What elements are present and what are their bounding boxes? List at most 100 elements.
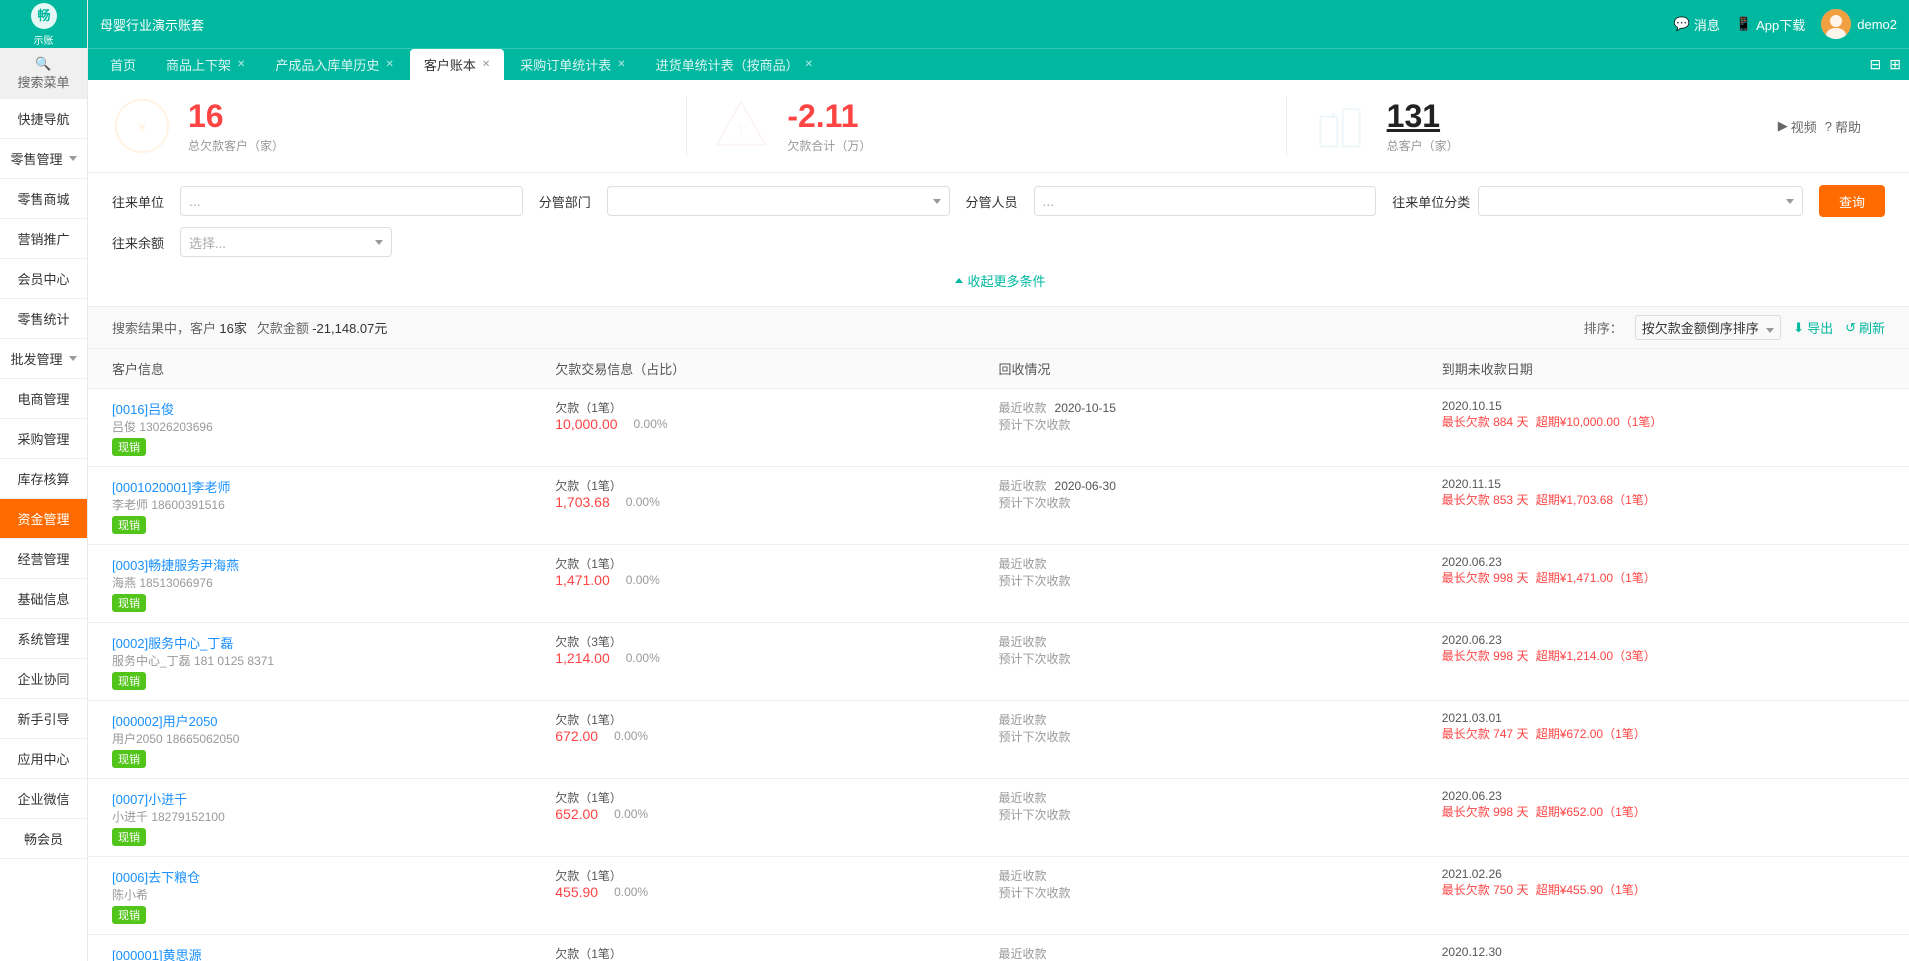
from-unit-label: 往来单位: [112, 192, 172, 211]
sort-select[interactable]: 按欠款金额倒序排序: [1635, 315, 1781, 340]
chevron-down-icon: [1766, 328, 1774, 333]
debt-amount-2[interactable]: 1,471.00: [555, 572, 610, 588]
debt-amount-6[interactable]: 455.90: [555, 884, 598, 900]
sidebar-item-basic-info[interactable]: 基础信息: [0, 579, 87, 619]
debt-amount-0[interactable]: 10,000.00: [555, 416, 617, 432]
avatar: [1821, 9, 1851, 39]
customer-name-7[interactable]: [000001]黄思源: [112, 945, 555, 961]
tab-import-stats[interactable]: 进货单统计表（按商品） ✕: [642, 49, 827, 80]
tab-product-history-label: 产成品入库单历史: [275, 55, 379, 74]
debt-amount-5[interactable]: 652.00: [555, 806, 598, 822]
unit-type-label: 往来单位分类: [1392, 192, 1470, 211]
collapse-btn[interactable]: 收起更多条件: [951, 271, 1045, 290]
sidebar-item-app-center[interactable]: 应用中心: [0, 739, 87, 779]
balance-select[interactable]: 选择...: [180, 227, 392, 257]
overdue-link-6[interactable]: 超期¥455.90（1笔）: [1536, 883, 1646, 897]
table-row: [0001020001]李老师 李老师 18600391516 现销 欠款（1笔…: [88, 467, 1909, 545]
sidebar-item-purchase-mgmt[interactable]: 采购管理: [0, 419, 87, 459]
overdue-link-4[interactable]: 超期¥672.00（1笔）: [1536, 727, 1646, 741]
search-button[interactable]: 查询: [1819, 185, 1885, 217]
sidebar-item-marketing[interactable]: 营销推广: [0, 219, 87, 259]
sidebar-item-retail-mall[interactable]: 零售商城: [0, 179, 87, 219]
export-btn[interactable]: ⬇ 导出: [1793, 318, 1833, 337]
refresh-btn[interactable]: ↺ 刷新: [1845, 318, 1885, 337]
table-row: [000002]用户2050 用户2050 18665062050 现销 欠款（…: [88, 701, 1909, 779]
sidebar-item-new-guide[interactable]: 新手引导: [0, 699, 87, 739]
sidebar-item-enterprise-wechat[interactable]: 企业微信: [0, 779, 87, 819]
overdue-info-5: 2020.06.23 最长欠款 998 天 超期¥652.00（1笔）: [1442, 789, 1885, 820]
customer-name-0[interactable]: [0016]吕俊: [112, 399, 555, 418]
tab-home-label: 首页: [110, 55, 136, 74]
sidebar-item-quick-nav[interactable]: 快捷导航: [0, 99, 87, 139]
app-download-btn[interactable]: 📱 App下载: [1736, 15, 1805, 34]
minimize-icon[interactable]: ⊟: [1870, 56, 1882, 73]
stat-value-amount: -2.11: [787, 98, 871, 135]
sidebar-item-batch-mgmt[interactable]: 批发管理: [0, 339, 87, 379]
customer-name-2[interactable]: [0003]畅捷服务尹海燕: [112, 555, 555, 574]
stats-row: ¥ 16 总欠款客户（家） ! -2.11 欠款合计: [88, 80, 1909, 173]
video-btn[interactable]: ▶ 视频: [1778, 117, 1817, 136]
result-bar: 搜索结果中，客户 16家 欠款金额 -21,148.07元 排序： 按欠款金额倒…: [88, 307, 1909, 349]
tab-purchase-stats[interactable]: 采购订单统计表 ✕: [506, 49, 639, 80]
sidebar-item-sys-mgmt[interactable]: 系统管理: [0, 619, 87, 659]
debt-label-6: 欠款（1笔）: [555, 867, 998, 884]
overdue-link-3[interactable]: 超期¥1,214.00（3笔）: [1536, 649, 1656, 663]
sidebar-item-retail-mgmt[interactable]: 零售管理: [0, 139, 87, 179]
app-logo: 畅 示账: [0, 0, 87, 48]
customer-name-1[interactable]: [0001020001]李老师: [112, 477, 555, 496]
overdue-link-2[interactable]: 超期¥1,471.00（1笔）: [1536, 571, 1656, 585]
debt-amount-3[interactable]: 1,214.00: [555, 650, 610, 666]
overdue-info-7: 2020.12.30 最长欠款 808 天 超期¥429.00（1笔）: [1442, 945, 1885, 961]
close-icon[interactable]: ✕: [237, 59, 245, 70]
recovery-label-2: 最近收款: [999, 555, 1047, 572]
message-btn[interactable]: 💬 消息: [1674, 15, 1720, 34]
customer-name-6[interactable]: [0006]去下粮仓: [112, 867, 555, 886]
overdue-link-1[interactable]: 超期¥1,703.68（1笔）: [1536, 493, 1656, 507]
sidebar-item-inventory[interactable]: 库存核算: [0, 459, 87, 499]
customer-name-3[interactable]: [0002]服务中心_丁磊: [112, 633, 555, 652]
dept-select[interactable]: [607, 186, 950, 216]
close-icon[interactable]: ✕: [805, 59, 813, 70]
debt-amount-1[interactable]: 1,703.68: [555, 494, 610, 510]
sidebar-item-ecommerce[interactable]: 电商管理: [0, 379, 87, 419]
sidebar-item-finance[interactable]: 资金管理: [0, 499, 87, 539]
sidebar-item-enterprise[interactable]: 企业协同: [0, 659, 87, 699]
maximize-icon[interactable]: ⊞: [1889, 56, 1901, 73]
search-menu-btn[interactable]: 🔍 搜索菜单: [0, 48, 87, 99]
col-recovery: 回收情况: [999, 359, 1442, 378]
sidebar-item-ops-mgmt[interactable]: 经营管理: [0, 539, 87, 579]
debt-amount-4[interactable]: 672.00: [555, 728, 598, 744]
customer-name-5[interactable]: [0007]小进千: [112, 789, 555, 808]
close-icon[interactable]: ✕: [617, 59, 625, 70]
customer-name-4[interactable]: [000002]用户2050: [112, 711, 555, 730]
overdue-date-0: 2020.10.15: [1442, 399, 1885, 413]
recovery-date-0: 2020-10-15: [1055, 401, 1116, 415]
result-count: 16家: [219, 321, 246, 336]
unit-type-select[interactable]: [1478, 186, 1803, 216]
close-icon[interactable]: ✕: [385, 59, 393, 70]
col-overdue-date: 到期未收款日期: [1442, 359, 1885, 378]
tab-product-off[interactable]: 商品上下架 ✕: [152, 49, 259, 80]
tab-home[interactable]: 首页: [96, 49, 150, 80]
customer-info-4: [000002]用户2050 用户2050 18665062050 现销: [112, 711, 555, 768]
debt-info-0: 欠款（1笔） 10,000.00 0.00%: [555, 399, 998, 432]
from-unit-input[interactable]: ...: [180, 186, 523, 216]
sidebar-item-vip-member[interactable]: 畅会员: [0, 819, 87, 859]
sidebar-item-retail-stats[interactable]: 零售统计: [0, 299, 87, 339]
close-icon[interactable]: ✕: [482, 59, 490, 70]
stat-overdue-amount: ! -2.11 欠款合计（万）: [687, 96, 1286, 156]
sidebar-item-member-center[interactable]: 会员中心: [0, 259, 87, 299]
content-area: ¥ 16 总欠款客户（家） ! -2.11 欠款合计: [88, 80, 1909, 961]
tab-customer-account[interactable]: 客户账本 ✕: [410, 49, 504, 80]
table-row: [0003]畅捷服务尹海燕 海燕 18513066976 现销 欠款（1笔） 1…: [88, 545, 1909, 623]
result-amount-label: 欠款金额: [257, 321, 309, 336]
user-info[interactable]: demo2: [1821, 9, 1897, 39]
stat-info-total: 131 总客户（家）: [1387, 98, 1459, 154]
manager-input[interactable]: ...: [1034, 186, 1377, 216]
overdue-link-0[interactable]: 超期¥10,000.00（1笔）: [1536, 415, 1663, 429]
recovery-label-7: 最近收款: [999, 945, 1047, 961]
overdue-link-5[interactable]: 超期¥652.00（1笔）: [1536, 805, 1646, 819]
tab-product-history[interactable]: 产成品入库单历史 ✕: [261, 49, 407, 80]
balance-label: 往来余额: [112, 233, 172, 252]
help-btn[interactable]: ? 帮助: [1825, 117, 1861, 136]
